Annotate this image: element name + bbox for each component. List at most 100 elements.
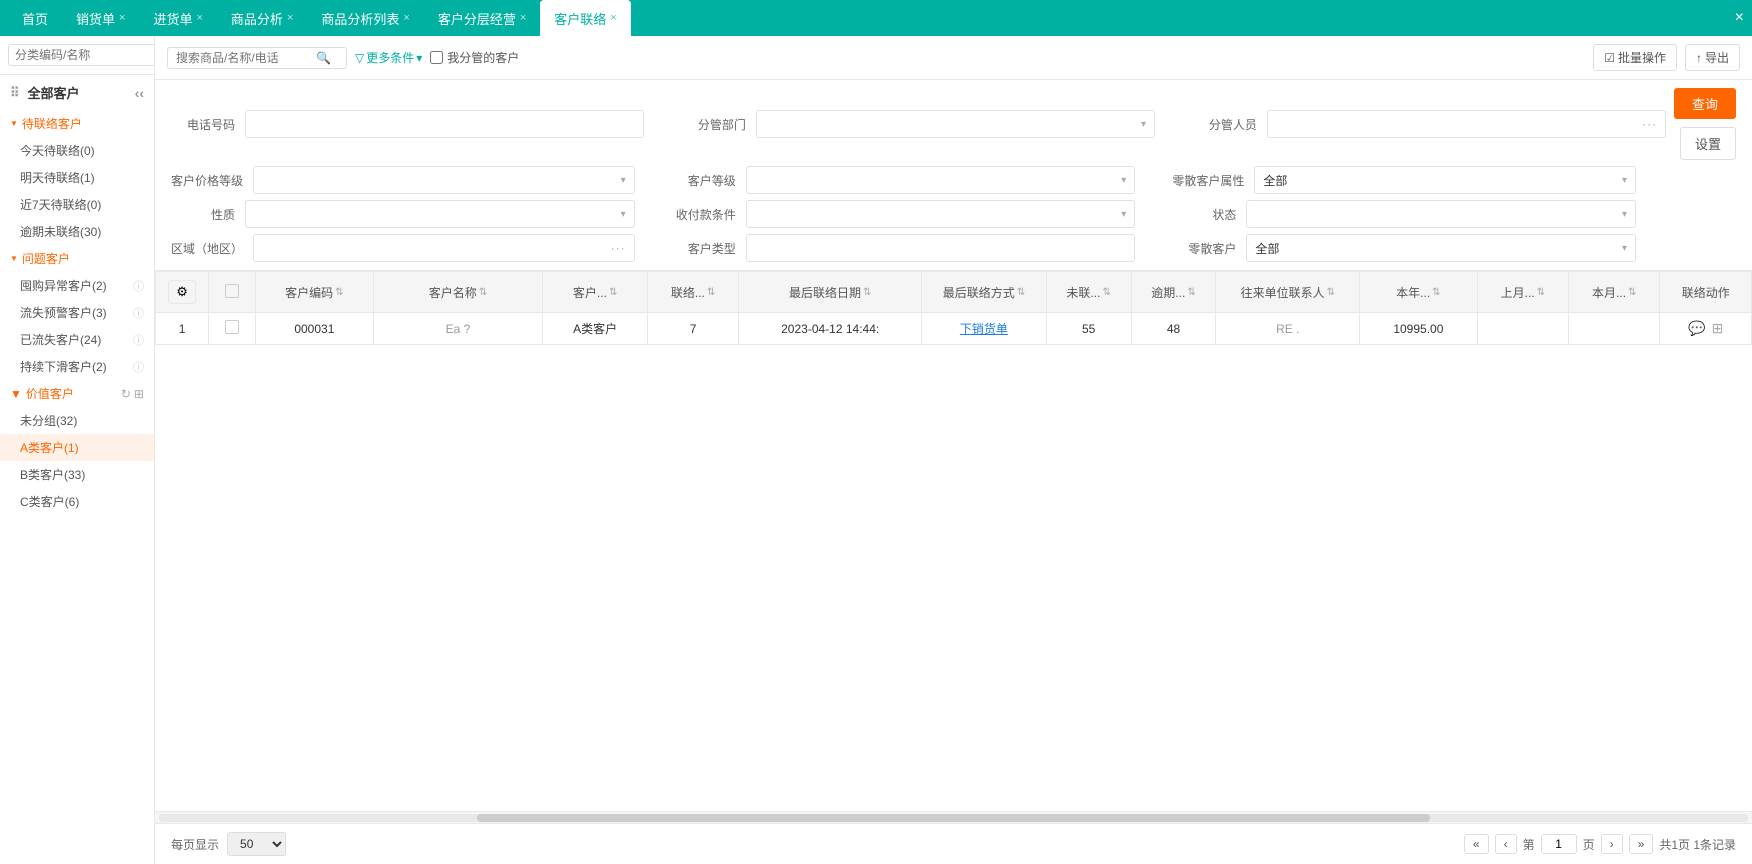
table-row: 1 000031 Ea ? A类客户 (156, 313, 1752, 345)
sort-no-contact-icon[interactable]: ⇅ (1102, 287, 1110, 298)
sort-person-icon[interactable]: ⇅ (1327, 287, 1335, 298)
my-customers-filter[interactable]: 我分管的客户 (430, 49, 519, 66)
dept-select[interactable]: ▾ (756, 110, 1155, 138)
filter-search-icon[interactable]: 🔍 (316, 51, 331, 65)
price-level-select[interactable]: ▾ (253, 166, 635, 194)
phone-input[interactable] (245, 110, 644, 138)
sort-name-icon[interactable]: ⇅ (479, 287, 487, 298)
table-settings-button[interactable]: ⚙ (168, 280, 196, 304)
region-select[interactable]: ··· (253, 234, 635, 262)
th-this-year: 本年... ⇅ (1360, 272, 1478, 313)
nav-customer-segmentation[interactable]: 客户分层经营 × (424, 0, 540, 36)
window-close-icon[interactable]: × (1735, 9, 1744, 27)
person-select[interactable]: ··· (1267, 110, 1666, 138)
page-label-post: 页 (1583, 836, 1595, 853)
chat-icon[interactable]: 💬 (1688, 320, 1705, 337)
filter-right-actions: ☑ 批量操作 ↑ 导出 (1593, 44, 1740, 71)
last-page-button[interactable]: » (1629, 834, 1654, 854)
sort-overdue-icon[interactable]: ⇅ (1187, 287, 1195, 298)
nav-close-analysis[interactable]: × (287, 12, 293, 24)
nav-close-purchase[interactable]: × (196, 12, 202, 24)
sidebar-item-today[interactable]: 今天待联络(0) (0, 137, 154, 164)
th-settings: ⚙ (156, 272, 209, 313)
first-page-button[interactable]: « (1464, 834, 1489, 854)
sort-code-icon[interactable]: ⇅ (335, 287, 343, 298)
nav-product-analysis[interactable]: 商品分析 × (217, 0, 307, 36)
sidebar-item-ungrouped[interactable]: 未分组(32) (0, 407, 154, 434)
retail-select[interactable]: 全部 ▾ (1246, 234, 1636, 262)
sidebar-item-7days[interactable]: 近7天待联络(0) (0, 191, 154, 218)
filter-search-input[interactable] (176, 51, 316, 65)
filter-retail: 零散客户 全部 ▾ (1172, 234, 1636, 262)
sort-type-icon[interactable]: ⇅ (609, 287, 617, 298)
retail-label: 零散客户 (1172, 240, 1242, 257)
row-name: Ea ? (373, 313, 543, 345)
export-button[interactable]: ↑ 导出 (1685, 44, 1740, 71)
nav-sales[interactable]: 销货单 × (62, 0, 139, 36)
nav-close-analysis-list[interactable]: × (403, 12, 409, 24)
payment-select[interactable]: ▾ (746, 200, 1136, 228)
row-contact: 7 (647, 313, 738, 345)
th-person: 往来单位联系人 ⇅ (1216, 272, 1360, 313)
sort-method-icon[interactable]: ⇅ (1017, 287, 1025, 298)
sidebar-item-tomorrow[interactable]: 明天待联络(1) (0, 164, 154, 191)
th-type: 客户... ⇅ (543, 272, 647, 313)
nature-select[interactable]: ▾ (245, 200, 635, 228)
sidebar-item-churned[interactable]: 已流失客户(24) ⓘ (0, 326, 154, 353)
sidebar-item-overdue[interactable]: 逾期未联络(30) (0, 218, 154, 245)
sort-this-year-icon[interactable]: ⇅ (1432, 287, 1440, 298)
cust-type-input[interactable] (746, 234, 1136, 262)
horizontal-scrollbar[interactable] (155, 811, 1752, 823)
sidebar-item-class-c[interactable]: C类客户(6) (0, 488, 154, 515)
sidebar-section-pending-header[interactable]: ▼ 待联络客户 (0, 110, 154, 137)
refresh-icon[interactable]: ↻ (121, 387, 131, 401)
main-layout: 🔍 ⠿ 全部客户 ‹‹ ▼ 待联络客户 今天待联络(0) 明天待联络(1) 近7… (0, 36, 1752, 864)
row-checkbox[interactable] (225, 320, 239, 334)
sidebar-item-class-a[interactable]: A类客户(1) (0, 434, 154, 461)
filter-row-2: 客户价格等级 ▾ 客户等级 ▾ 零散客户属性 (171, 166, 1736, 194)
sidebar-item-hoarding[interactable]: 囤购异常客户(2) ⓘ (0, 272, 154, 299)
customer-level-select[interactable]: ▾ (746, 166, 1136, 194)
scrollbar-thumb[interactable] (477, 814, 1430, 822)
select-all-checkbox[interactable] (225, 284, 239, 298)
row-person: RE . (1216, 313, 1360, 345)
th-person-label: 往来单位联系人 (1241, 284, 1325, 301)
batch-op-button[interactable]: ☑ 批量操作 (1593, 44, 1677, 71)
info-icon-4: ⓘ (133, 359, 144, 375)
query-btn-group: 查询 设置 (1674, 88, 1736, 160)
qr-icon[interactable]: ⊞ (1712, 320, 1724, 337)
settings-button[interactable]: 设置 (1680, 127, 1736, 160)
sidebar-collapse-icon[interactable]: ‹‹ (135, 85, 144, 101)
sidebar-item-churn-warning[interactable]: 流失预警客户(3) ⓘ (0, 299, 154, 326)
filter-more-btn[interactable]: ▽ 更多条件 ▾ (355, 49, 422, 66)
query-button[interactable]: 查询 (1674, 88, 1736, 119)
sort-contact-icon[interactable]: ⇅ (707, 287, 715, 298)
sort-date-icon[interactable]: ⇅ (863, 287, 871, 298)
next-page-button[interactable]: › (1601, 834, 1623, 854)
nav-close-segmentation[interactable]: × (520, 12, 526, 24)
sidebar-section-problem-header[interactable]: ▼ 问题客户 (0, 245, 154, 272)
nav-purchase[interactable]: 进货单 × (139, 0, 216, 36)
last-method-link[interactable]: 下销货单 (960, 322, 1008, 336)
sidebar-search-input[interactable] (8, 44, 155, 66)
nav-product-analysis-list[interactable]: 商品分析列表 × (307, 0, 423, 36)
nav-close-contact[interactable]: × (610, 12, 616, 24)
nav-close-sales[interactable]: × (119, 12, 125, 24)
row-last-method: 下销货单 (922, 313, 1047, 345)
grid-icon: ⠿ (10, 85, 20, 101)
page-size-select[interactable]: 50 100 200 (227, 832, 286, 856)
sort-last-month-icon[interactable]: ⇅ (1537, 287, 1545, 298)
prev-page-button[interactable]: ‹ (1495, 834, 1517, 854)
sidebar-all-label[interactable]: 全部客户 (28, 83, 80, 102)
sidebar-item-class-b[interactable]: B类客户(33) (0, 461, 154, 488)
sort-this-month-icon[interactable]: ⇅ (1628, 287, 1636, 298)
sidebar-item-declining[interactable]: 持续下滑客户(2) ⓘ (0, 353, 154, 380)
nav-customer-contact[interactable]: 客户联络 × (540, 0, 630, 36)
my-customers-checkbox[interactable] (430, 51, 443, 64)
th-name: 客户名称 ⇅ (373, 272, 543, 313)
page-number-input[interactable] (1541, 834, 1577, 854)
nav-home[interactable]: 首页 (8, 0, 62, 36)
retail-attr-select[interactable]: 全部 ▾ (1254, 166, 1636, 194)
edit-icon[interactable]: ⊞ (134, 387, 144, 401)
status-select[interactable]: ▾ (1246, 200, 1636, 228)
